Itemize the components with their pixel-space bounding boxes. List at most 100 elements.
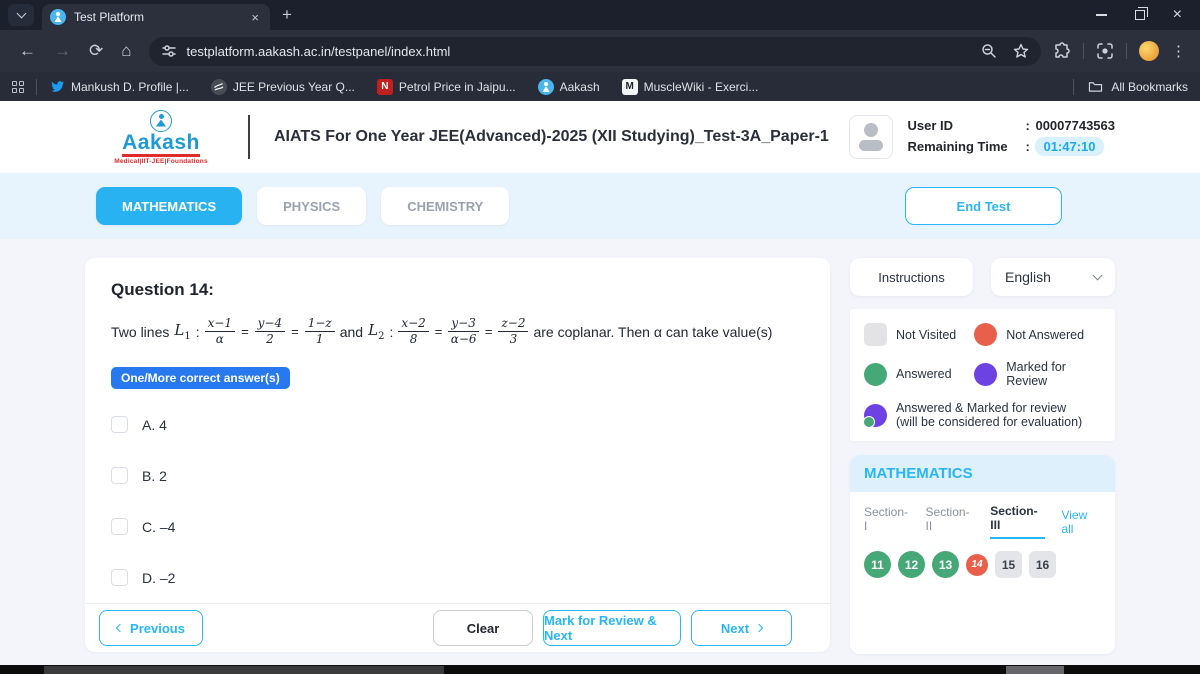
fraction: y−4 2 (254, 316, 286, 347)
zoom-out-icon[interactable] (981, 43, 997, 59)
taskbar-sliver (0, 665, 1200, 674)
aakash-logo-text: Aakash (122, 132, 200, 157)
marked-swatch (974, 362, 998, 386)
fraction: y−3 α−6 (448, 316, 479, 347)
user-id-label: User ID (907, 118, 953, 133)
legend-answered-marked: Answered & Marked for review (will be co… (863, 401, 1101, 429)
question-type-badge: One/More correct answer(s) (111, 367, 290, 389)
clear-button[interactable]: Clear (433, 610, 533, 646)
legend-marked: Marked for Review (974, 360, 1101, 388)
screen-capture-icon[interactable] (1096, 42, 1114, 60)
line1-symbol: L1 (174, 321, 191, 342)
fraction: z−2 3 (498, 316, 529, 347)
tab-chemistry[interactable]: CHEMISTRY (381, 187, 510, 225)
question-footer: Previous Clear Mark for Review & Next Ne… (85, 603, 830, 652)
tab-section-2[interactable]: Section-II (926, 505, 975, 538)
divider (1126, 43, 1127, 59)
close-window-icon[interactable]: × (1173, 7, 1182, 23)
option-a-checkbox[interactable] (111, 416, 128, 433)
tab-physics[interactable]: PHYSICS (257, 187, 367, 225)
instructions-button[interactable]: Instructions (850, 258, 973, 296)
aakash-logo-icon (150, 109, 172, 132)
legend-not-visited: Not Visited (864, 323, 974, 346)
profile-avatar[interactable] (1139, 41, 1159, 61)
language-dropdown[interactable]: English (991, 258, 1115, 296)
tab-section-1[interactable]: Section-I (864, 505, 910, 538)
main-content: Question 14: Two lines L1 : x−1 α = y−4 2 … (0, 239, 1200, 654)
question-number-16[interactable]: 16 (1029, 551, 1056, 578)
bookmark-petrol[interactable]: N Petrol Price in Jaipu... (376, 78, 516, 95)
bookmark-mankush[interactable]: Mankush D. Profile |... (49, 79, 189, 95)
option-b[interactable]: B. 2 (111, 450, 804, 501)
aakash-icon (537, 78, 554, 95)
browser-tab[interactable]: Test Platform × (42, 4, 270, 30)
divider (248, 115, 250, 159)
browser-menu-icon[interactable]: ⋮ (1171, 42, 1186, 60)
site-settings-icon[interactable] (161, 43, 177, 59)
tab-mathematics[interactable]: MATHEMATICS (96, 187, 243, 225)
bookmark-aakash[interactable]: Aakash (537, 78, 600, 95)
restore-icon[interactable] (1134, 7, 1148, 20)
forward-icon[interactable]: → (54, 41, 71, 61)
bookmarks-bar: Mankush D. Profile |... JEE Previous Yea… (0, 72, 1200, 101)
user-id-row: User ID : 00007743563 (907, 118, 1115, 133)
option-d[interactable]: D. –2 (111, 552, 804, 603)
question-number-14[interactable]: 14 (966, 553, 988, 576)
chevron-down-icon (1092, 270, 1103, 281)
mark-for-review-next-button[interactable]: Mark for Review & Next (543, 610, 681, 646)
url-bar[interactable]: testplatform.aakash.ac.in/testpanel/inde… (148, 36, 1041, 66)
option-d-checkbox[interactable] (111, 569, 128, 586)
not-visited-swatch (864, 323, 887, 346)
news-n-icon: N (376, 78, 393, 95)
bookmark-star-icon[interactable] (1013, 43, 1029, 59)
apps-grid-icon[interactable] (12, 80, 24, 93)
minimize-icon[interactable] (1095, 14, 1107, 16)
bookmark-jee[interactable]: JEE Previous Year Q... (210, 78, 355, 95)
aakash-logo: Aakash Medical|IIT-JEE|Foundations (96, 109, 226, 165)
question-number-15[interactable]: 15 (995, 551, 1022, 578)
option-a[interactable]: A. 4 (111, 399, 804, 450)
tab-section-3[interactable]: Section-III (990, 504, 1046, 539)
tab-title: Test Platform (74, 10, 145, 24)
status-legend: Not Visited Not Answered Answered Marked… (850, 309, 1115, 441)
option-b-checkbox[interactable] (111, 467, 128, 484)
previous-button[interactable]: Previous (99, 610, 203, 646)
view-all-link[interactable]: View all (1061, 508, 1101, 536)
chevron-down-icon (16, 8, 26, 19)
legend-answered: Answered (864, 360, 974, 388)
tab-close-icon[interactable]: × (248, 10, 262, 25)
divider (36, 78, 37, 95)
question-palette: MATHEMATICS Section-I Section-II Section… (850, 455, 1115, 654)
remaining-time-value: 01:47:10 (1035, 137, 1104, 156)
answered-swatch (864, 362, 887, 386)
user-id-value: 00007743563 (1035, 118, 1115, 133)
question-number-12[interactable]: 12 (898, 551, 925, 578)
option-c[interactable]: C. –4 (111, 501, 804, 552)
divider (1073, 78, 1075, 95)
site-header: Aakash Medical|IIT-JEE|Foundations AIATS… (0, 101, 1200, 173)
language-value: English (1005, 269, 1051, 285)
back-icon[interactable]: ← (19, 41, 36, 61)
all-bookmarks-button[interactable]: All Bookmarks (1073, 78, 1188, 95)
end-test-button[interactable]: End Test (905, 187, 1062, 225)
question-number-13[interactable]: 13 (932, 551, 959, 578)
next-button[interactable]: Next (691, 610, 792, 646)
user-info-block: User ID : 00007743563 Remaining Time : 0… (849, 114, 1115, 160)
remaining-time-row: Remaining Time : 01:47:10 (907, 137, 1115, 156)
chevron-right-icon (754, 623, 764, 633)
home-icon[interactable]: ⌂ (121, 41, 131, 61)
option-c-checkbox[interactable] (111, 518, 128, 535)
question-card: Question 14: Two lines L1 : x−1 α = y−4 2 … (85, 258, 830, 652)
bookmark-musclewiki[interactable]: M MuscleWiki - Exerci... (621, 78, 758, 95)
new-tab-button[interactable]: + (282, 5, 292, 25)
reload-icon[interactable]: ⟳ (89, 41, 103, 61)
divider (1083, 43, 1084, 59)
window-controls: × (1095, 0, 1200, 30)
extensions-icon[interactable] (1053, 42, 1071, 60)
browser-titlebar: Test Platform × + × (0, 0, 1200, 30)
question-number-11[interactable]: 11 (864, 551, 891, 578)
url-text[interactable]: testplatform.aakash.ac.in/testpanel/inde… (187, 44, 981, 59)
user-avatar (849, 115, 894, 159)
chevron-left-icon (115, 623, 125, 633)
tab-search-button[interactable] (8, 4, 34, 26)
